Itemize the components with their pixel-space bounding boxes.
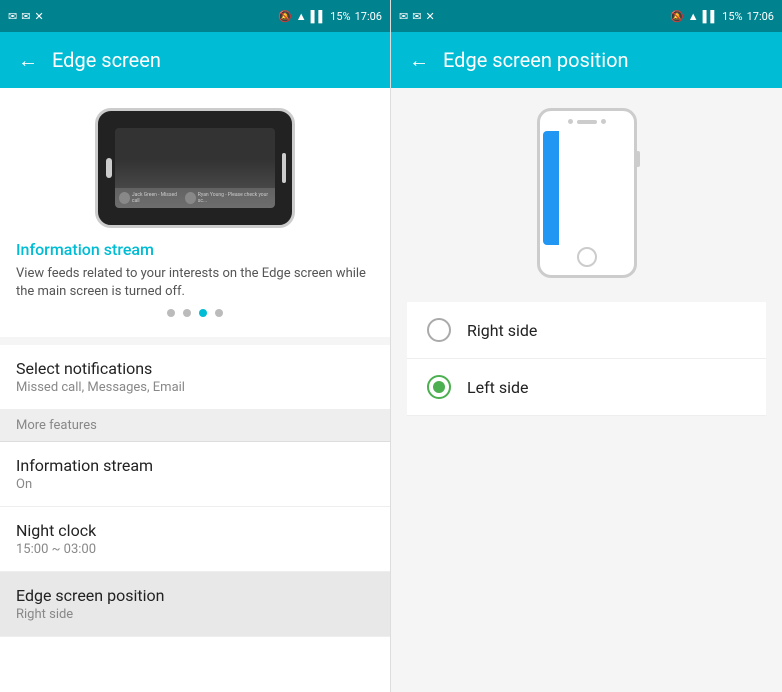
left-toolbar-title: Edge screen <box>52 48 161 72</box>
dot-4[interactable] <box>215 309 223 317</box>
right-envelope-icon: ✉ <box>399 10 408 23</box>
settings-item-night-clock[interactable]: Night clock 15:00 ~ 03:00 <box>0 507 390 572</box>
radio-right-side[interactable]: Right side <box>407 302 766 359</box>
notif-text-1: Jack Green - Missed call <box>132 192 181 204</box>
right-status-bar: ✉ ✉ ✕ 🔕 ▲ ▌▌ 15% 17:06 <box>391 0 782 32</box>
right-mute-icon: 🔕 <box>670 10 684 23</box>
phone-top-area <box>568 119 606 124</box>
time-label: 17:06 <box>355 10 382 23</box>
right-status-right: 🔕 ▲ ▌▌ 15% 17:06 <box>670 10 774 23</box>
left-panel: ✉ ✉ ✕ 🔕 ▲ ▌▌ 15% 17:06 ← Edge screen Jac… <box>0 0 391 692</box>
right-status-icons: ✉ ✉ ✕ <box>399 10 435 23</box>
radio-right-label: Right side <box>467 321 537 340</box>
settings-item-edge-position[interactable]: Edge screen position Right side <box>0 572 390 637</box>
mail-icon: ✉ <box>21 10 30 23</box>
right-back-button[interactable]: ← <box>407 48 431 72</box>
phone-mockup-vertical <box>537 108 637 278</box>
notification-bar: Jack Green - Missed call Ryan Young - Pl… <box>115 188 275 208</box>
left-status-right: 🔕 ▲ ▌▌ 15% 17:06 <box>278 10 382 23</box>
right-time-label: 17:06 <box>747 10 774 23</box>
left-status-icons: ✉ ✉ ✕ <box>8 10 44 23</box>
phone-camera <box>568 119 573 124</box>
phone-home-button <box>577 247 597 267</box>
left-back-button[interactable]: ← <box>16 48 40 72</box>
right-content: Right side Left side <box>391 88 782 692</box>
right-toolbar-title: Edge screen position <box>443 48 629 72</box>
radio-left-side[interactable]: Left side <box>407 359 766 416</box>
envelope-icon: ✉ <box>8 10 17 23</box>
dot-1[interactable] <box>167 309 175 317</box>
more-features-header: More features <box>0 410 390 442</box>
signal-icon: ▌▌ <box>311 10 327 23</box>
dot-3[interactable] <box>199 309 207 317</box>
battery-label: 15% <box>330 10 350 23</box>
phone-sensor <box>601 119 606 124</box>
edge-bar-indicator <box>543 131 559 245</box>
radio-right-circle[interactable] <box>427 318 451 342</box>
edge-position-title: Edge screen position <box>16 586 374 605</box>
phone-speaker <box>577 120 597 124</box>
settings-item-notifications[interactable]: Select notifications Missed call, Messag… <box>0 345 390 410</box>
mute-icon: 🔕 <box>278 10 292 23</box>
left-status-bar: ✉ ✉ ✕ 🔕 ▲ ▌▌ 15% 17:06 <box>0 0 390 32</box>
wifi-icon: ▲ <box>296 10 307 23</box>
info-stream-title: Information stream <box>16 240 154 259</box>
notif-text-2: Ryan Young - Please check your sc... <box>198 192 271 204</box>
notifications-title: Select notifications <box>16 359 374 378</box>
phone-side-button <box>635 151 640 167</box>
notif-item-1: Jack Green - Missed call <box>119 192 181 204</box>
right-wifi-icon: ▲ <box>688 10 699 23</box>
right-toolbar: ← Edge screen position <box>391 32 782 88</box>
carousel-area: Jack Green - Missed call Ryan Young - Pl… <box>0 88 390 337</box>
notif-avatar-2 <box>185 192 196 204</box>
info-stream-setting-sub: On <box>16 477 374 492</box>
radio-options: Right side Left side <box>407 302 766 416</box>
right-signal-icon: ▌▌ <box>703 10 719 23</box>
edge-position-sub: Right side <box>16 607 374 622</box>
carousel-dots <box>167 309 223 317</box>
right-mail-icon: ✉ <box>412 10 421 23</box>
info-stream-setting-title: Information stream <box>16 456 374 475</box>
right-close-icon: ✕ <box>425 10 434 23</box>
night-clock-title: Night clock <box>16 521 374 540</box>
info-stream-desc: View feeds related to your interests on … <box>16 265 374 301</box>
night-clock-sub: 15:00 ~ 03:00 <box>16 542 374 557</box>
notifications-sub: Missed call, Messages, Email <box>16 380 374 395</box>
dot-2[interactable] <box>183 309 191 317</box>
radio-left-label: Left side <box>467 378 529 397</box>
radio-left-circle[interactable] <box>427 375 451 399</box>
settings-item-info-stream[interactable]: Information stream On <box>0 442 390 507</box>
phone-screen: Jack Green - Missed call Ryan Young - Pl… <box>115 128 275 208</box>
phone-mockup-landscape: Jack Green - Missed call Ryan Young - Pl… <box>95 108 295 228</box>
right-panel: ✉ ✉ ✕ 🔕 ▲ ▌▌ 15% 17:06 ← Edge screen pos… <box>391 0 782 692</box>
notif-item-2: Ryan Young - Please check your sc... <box>185 192 271 204</box>
close-icon: ✕ <box>34 10 43 23</box>
right-battery-label: 15% <box>722 10 742 23</box>
settings-list: Select notifications Missed call, Messag… <box>0 345 390 692</box>
notif-avatar-1 <box>119 192 130 204</box>
left-toolbar: ← Edge screen <box>0 32 390 88</box>
